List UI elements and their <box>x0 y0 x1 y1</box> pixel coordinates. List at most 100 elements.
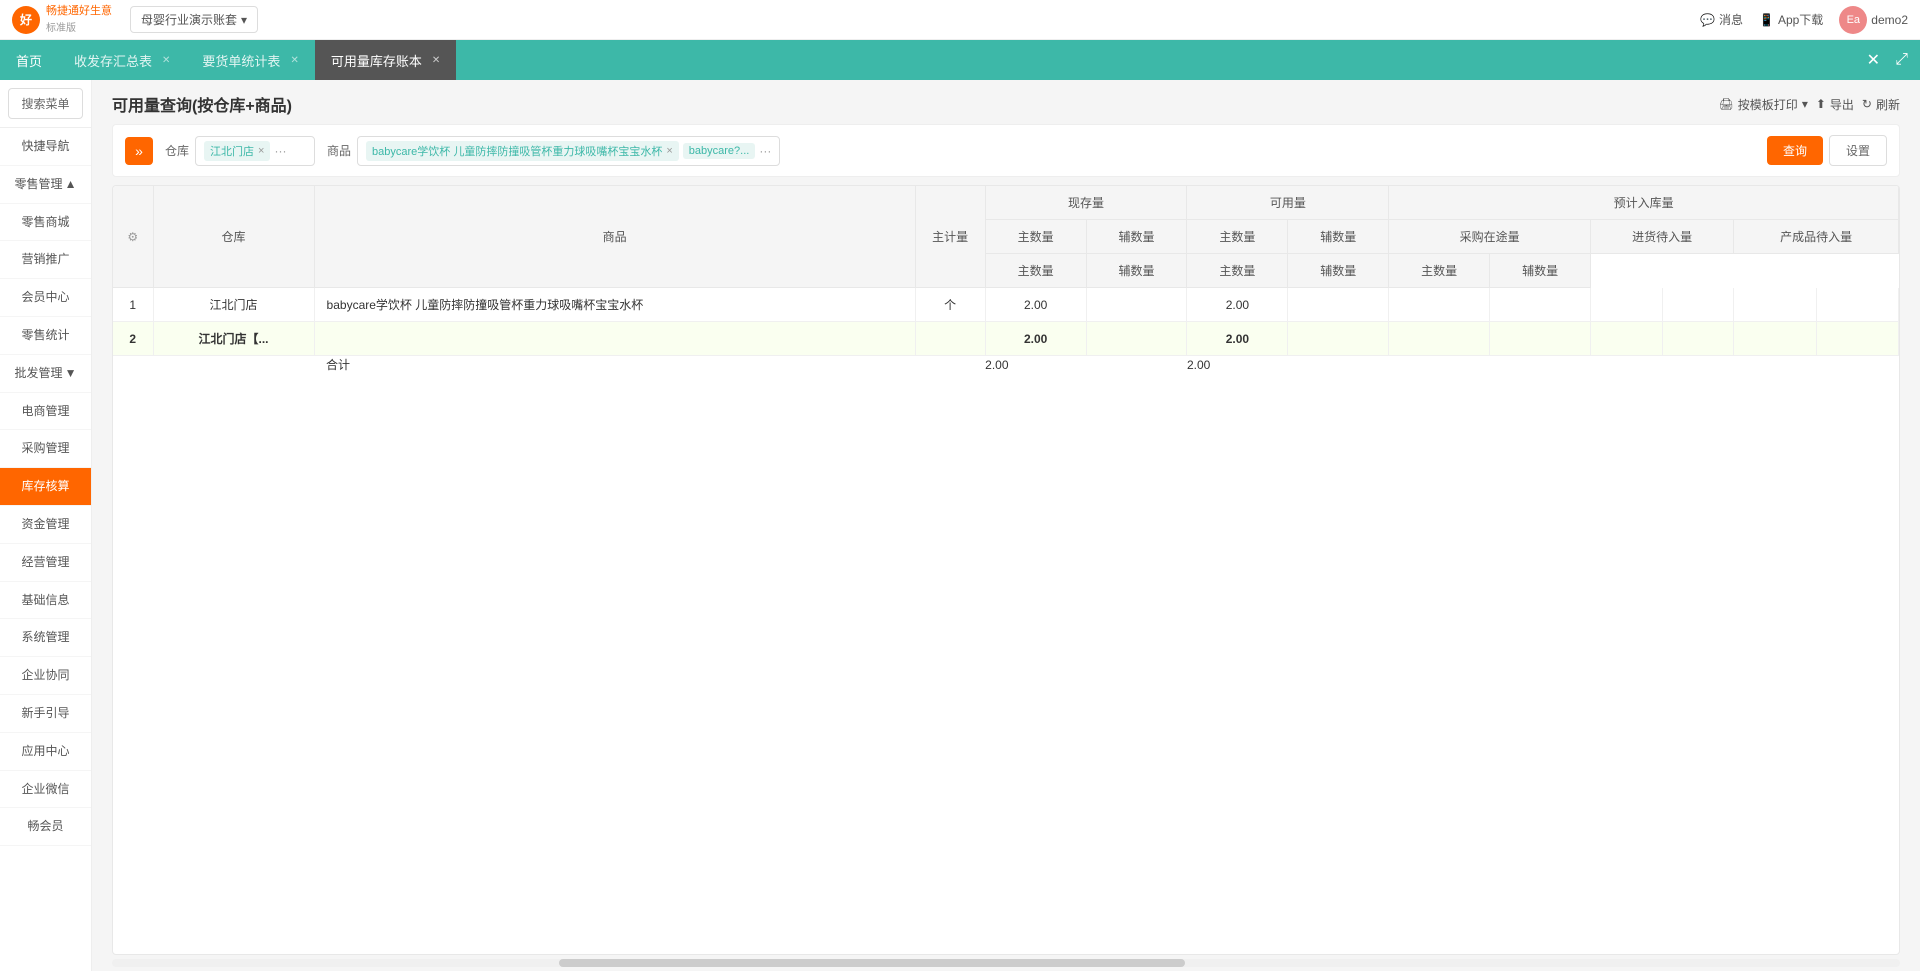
warehouse-label: 仓库 <box>165 142 189 159</box>
sidebar-item-enterprise-wx[interactable]: 企业微信 <box>0 771 91 809</box>
print-template-btn[interactable]: 🖨 按模板打印 ▾ <box>1719 96 1808 113</box>
user-area[interactable]: Ea demo2 <box>1839 6 1908 34</box>
sidebar-item-operations[interactable]: 经营管理 <box>0 544 91 582</box>
sidebar-item-quick-nav[interactable]: 快捷导航 <box>0 128 91 166</box>
export-icon: ⬆ <box>1816 97 1826 111</box>
col-purchase-transit-header: 采购在途量 <box>1389 220 1591 254</box>
close-all-tabs-icon[interactable]: ✕ <box>1867 50 1880 70</box>
page-actions: 🖨 按模板打印 ▾ ⬆ 导出 ↻ 刷新 <box>1719 96 1900 113</box>
settings-btn[interactable]: 设置 <box>1829 135 1887 166</box>
product-more-icon[interactable]: ··· <box>759 144 771 158</box>
row-unit: 个 <box>915 288 985 322</box>
page-title: 可用量查询(按仓库+商品) <box>112 92 292 116</box>
col-purchase-transit-main-header: 主数量 <box>985 254 1086 288</box>
search-menu-btn[interactable]: 搜索菜单 <box>8 88 83 119</box>
message-btn[interactable]: 💬 消息 <box>1700 11 1743 28</box>
table-container: ⚙ 仓库 商品 主计量 现存量 可用量 预计入库量 主数量 辅数量 主数量 辅数… <box>112 185 1900 955</box>
row-avail-aux <box>1288 288 1389 322</box>
row-purchase-transit-main <box>1389 288 1490 322</box>
sidebar-item-finance[interactable]: 资金管理 <box>0 506 91 544</box>
filter-expand-btn[interactable]: » <box>125 137 153 165</box>
footer-incoming-aux <box>1662 356 1734 374</box>
footer-purchase-transit-aux <box>1490 356 1591 374</box>
sidebar-item-new-guide[interactable]: 新手引导 <box>0 695 91 733</box>
col-stock-main-header: 主数量 <box>985 220 1086 254</box>
scrollbar-thumb <box>559 959 1185 967</box>
col-current-stock-header: 现存量 <box>985 186 1187 220</box>
tab-order-stats[interactable]: 要货单统计表 ✕ <box>186 40 314 80</box>
tab-order-stats-label: 要货单统计表 <box>202 51 280 70</box>
product-filter-group: 商品 babycare学饮杯 儿童防摔防撞吸管杯重力球吸嘴杯宝宝水杯 × bab… <box>327 136 780 166</box>
footer-incoming-main <box>1591 356 1663 374</box>
nav-tabs: 首页 收发存汇总表 ✕ 要货单统计表 ✕ 可用量库存账本 ✕ ✕ ⤢ <box>0 40 1920 80</box>
sidebar-item-batch-mgmt[interactable]: 批发管理 ▼ <box>0 355 91 393</box>
app-download-btn[interactable]: 📱 App下载 <box>1759 11 1823 28</box>
col-avail-main-header: 主数量 <box>1187 220 1288 254</box>
col-incoming-main-header: 主数量 <box>1187 254 1288 288</box>
sidebar-item-system[interactable]: 系统管理 <box>0 619 91 657</box>
warehouse-input[interactable]: 江北门店 × ··· <box>195 136 315 166</box>
sidebar-item-purchase[interactable]: 采购管理 <box>0 430 91 468</box>
sidebar-item-ecommerce[interactable]: 电商管理 <box>0 393 91 431</box>
refresh-label: 刷新 <box>1876 96 1900 113</box>
footer-stock-aux <box>1086 356 1187 374</box>
sidebar-item-vip[interactable]: 畅会员 <box>0 808 91 846</box>
sidebar-item-app-center[interactable]: 应用中心 <box>0 733 91 771</box>
warehouse-tag-remove[interactable]: × <box>258 145 264 157</box>
sidebar-item-basic-info[interactable]: 基础信息 <box>0 582 91 620</box>
industry-selector[interactable]: 母婴行业演示账套 ▾ <box>130 6 258 33</box>
expand-icon: » <box>135 143 143 159</box>
sidebar-item-retail-mgmt[interactable]: 零售管理 ▲ <box>0 166 91 204</box>
horizontal-scrollbar[interactable] <box>112 959 1900 967</box>
chevron-down-icon: ▾ <box>241 13 247 27</box>
logo-title: 畅捷通好生意 <box>46 5 112 18</box>
subtotal-purchase-transit-aux <box>1490 322 1591 356</box>
row-product: babycare学饮杯 儿童防摔防撞吸管杯重力球吸嘴杯宝宝水杯 <box>314 288 915 322</box>
export-label: 导出 <box>1830 96 1854 113</box>
col-settings[interactable]: ⚙ <box>113 186 153 288</box>
sidebar-item-retail-stats[interactable]: 零售统计 <box>0 317 91 355</box>
subtotal-finished-aux <box>1816 322 1898 356</box>
warehouse-more-icon[interactable]: ··· <box>274 144 286 158</box>
gear-icon: ⚙ <box>127 230 138 244</box>
subtotal-incoming-aux <box>1662 322 1734 356</box>
tab-home[interactable]: 首页 <box>0 40 58 80</box>
sidebar-search-section: 搜索菜单 <box>0 80 91 128</box>
sidebar-item-enterprise[interactable]: 企业协同 <box>0 657 91 695</box>
subtotal-product <box>314 322 915 356</box>
tab-available-stock[interactable]: 可用量库存账本 ✕ <box>315 40 456 80</box>
warehouse-tag: 江北门店 × <box>204 141 270 161</box>
industry-label: 母婴行业演示账套 <box>141 11 237 28</box>
print-label: 按模板打印 <box>1738 96 1798 113</box>
sidebar-item-retail-mall[interactable]: 零售商城 <box>0 204 91 242</box>
subtotal-finished-main <box>1734 322 1816 356</box>
footer-stock-main: 2.00 <box>985 356 1086 374</box>
tab-receive-close[interactable]: ✕ <box>162 55 170 66</box>
logo-icon: 好 <box>12 6 40 34</box>
col-avail-aux-header: 辅数量 <box>1288 220 1389 254</box>
tab-receive[interactable]: 收发存汇总表 ✕ <box>58 40 186 80</box>
row-incoming-main <box>1591 288 1663 322</box>
logo-subtitle: 标准版 <box>46 19 112 34</box>
subtotal-avail-aux <box>1288 322 1389 356</box>
product-input[interactable]: babycare学饮杯 儿童防摔防撞吸管杯重力球吸嘴杯宝宝水杯 × babyca… <box>357 136 780 166</box>
expand-tabs-icon[interactable]: ⤢ <box>1895 51 1908 69</box>
print-icon: 🖨 <box>1719 97 1734 111</box>
logo: 好 畅捷通好生意 标准版 <box>12 5 112 33</box>
export-btn[interactable]: ⬆ 导出 <box>1816 96 1854 113</box>
subtotal-purchase-transit-main <box>1389 322 1490 356</box>
product-tag-1-value: babycare学饮杯 儿童防摔防撞吸管杯重力球吸嘴杯宝宝水杯 <box>372 143 662 159</box>
footer-empty1 <box>113 356 153 374</box>
sidebar-item-marketing[interactable]: 营销推广 <box>0 241 91 279</box>
query-btn[interactable]: 查询 <box>1767 136 1823 165</box>
tab-order-stats-close[interactable]: ✕ <box>290 55 298 66</box>
row-purchase-transit-aux <box>1490 288 1591 322</box>
sidebar-item-inventory[interactable]: 库存核算 <box>0 468 91 506</box>
footer-finished-aux <box>1816 356 1898 374</box>
tab-available-stock-label: 可用量库存账本 <box>331 51 422 70</box>
refresh-btn[interactable]: ↻ 刷新 <box>1862 96 1900 113</box>
product-tag-1-remove[interactable]: × <box>666 145 672 157</box>
sidebar-item-member[interactable]: 会员中心 <box>0 279 91 317</box>
tab-available-stock-close[interactable]: ✕ <box>432 55 440 66</box>
footer-empty2 <box>153 356 314 374</box>
